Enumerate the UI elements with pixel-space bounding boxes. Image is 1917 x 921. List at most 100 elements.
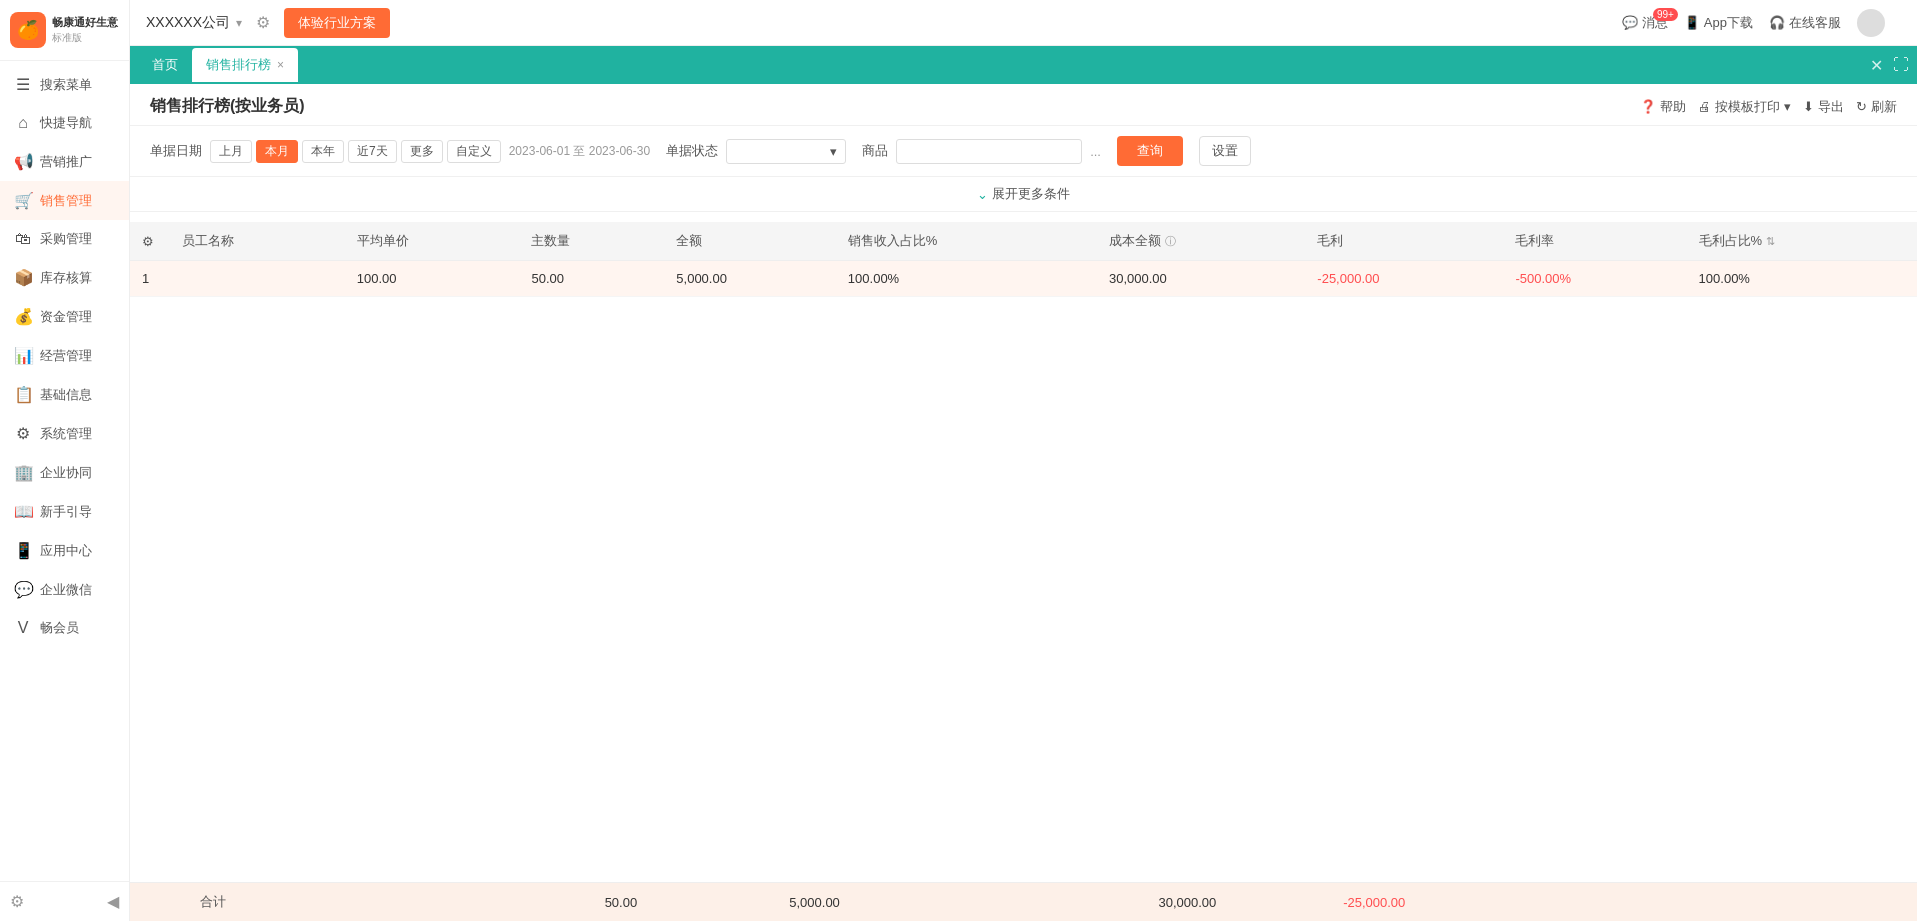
footer-amount: 5,000.00 — [789, 895, 974, 910]
cost-info-icon[interactable]: ⓘ — [1165, 235, 1176, 247]
nav-icon: ⚙ — [14, 424, 32, 443]
th-avg-price: 平均单价 — [345, 222, 520, 261]
topbar-right: 💬 消息 99+ 📱 App下载 🎧 在线客服 — [1622, 9, 1901, 37]
print-icon: 🖨 — [1698, 99, 1711, 114]
sidebar-item-采购管理[interactable]: 🛍采购管理 — [0, 220, 129, 258]
sidebar-item-畅会员[interactable]: V 畅会员 — [0, 609, 129, 647]
print-button[interactable]: 🖨 按模板打印 ▾ — [1698, 98, 1791, 116]
avatar[interactable] — [1857, 9, 1885, 37]
sidebar-item-资金管理[interactable]: 💰资金管理 — [0, 297, 129, 336]
export-icon: ⬇ — [1803, 99, 1814, 114]
sidebar-item-系统管理[interactable]: ⚙系统管理 — [0, 414, 129, 453]
profit-pct-cell: 100.00% — [1687, 261, 1917, 297]
export-button[interactable]: ⬇ 导出 — [1803, 98, 1844, 116]
footer-total-label: 合计 — [200, 893, 420, 911]
profit-rate-cell: -500.00% — [1503, 261, 1686, 297]
maximize-icon[interactable]: ⛶ — [1893, 56, 1909, 75]
goods-input[interactable] — [896, 139, 1082, 164]
collapse-icon[interactable]: ◀ — [107, 892, 119, 911]
data-table-container: ⚙ 员工名称 平均单价 主数量 全额 销售收入占比% 成本全额 ⓘ 毛利 毛利率 — [130, 212, 1917, 882]
custom-date-btn[interactable]: 自定义 — [447, 140, 501, 163]
amount-cell: 5,000.00 — [664, 261, 836, 297]
tab-home[interactable]: 首页 — [138, 48, 192, 82]
page-actions: ❓ 帮助 🖨 按模板打印 ▾ ⬇ 导出 ↻ 刷新 — [1640, 98, 1897, 116]
table-header-row: ⚙ 员工名称 平均单价 主数量 全额 销售收入占比% 成本全额 ⓘ 毛利 毛利率 — [130, 222, 1917, 261]
filter-bar: 单据日期 上月 本月 本年 近7天 更多 自定义 2023-06-01 至 20… — [130, 126, 1917, 177]
sort-icon[interactable]: ⇅ — [1766, 235, 1775, 247]
chevron-down-icon: ▾ — [236, 16, 242, 30]
mobile-icon: 📱 — [1684, 15, 1700, 30]
table-row: 1 100.00 50.00 5,000.00 100.00% 30,000.0… — [130, 261, 1917, 297]
goods-filter-label: 商品 — [862, 142, 888, 160]
th-profit-pct: 毛利占比% ⇅ — [1687, 222, 1917, 261]
nav-label: 搜索菜单 — [40, 76, 92, 94]
nav-label: 畅会员 — [40, 619, 79, 637]
expand-more-row: ⌄ 展开更多条件 — [130, 177, 1917, 212]
date-filter-group: 单据日期 上月 本月 本年 近7天 更多 自定义 2023-06-01 至 20… — [150, 140, 650, 163]
goods-filter-group: 商品 ... — [862, 139, 1101, 164]
main-area: XXXXXX公司 ▾ ⚙ 体验行业方案 💬 消息 99+ 📱 App下载 🎧 在… — [130, 0, 1917, 921]
nav-icon: 📢 — [14, 152, 32, 171]
tab-label: 销售排行榜 — [206, 56, 271, 74]
tab-sales-ranking[interactable]: 销售排行榜 × — [192, 48, 298, 82]
settings-icon[interactable]: ⚙ — [10, 892, 24, 911]
avg-price-cell: 100.00 — [345, 261, 520, 297]
settings-button[interactable]: 设置 — [1199, 136, 1251, 166]
nav-icon: 📋 — [14, 385, 32, 404]
sidebar-item-快捷导航[interactable]: ⌂快捷导航 — [0, 104, 129, 142]
refresh-button[interactable]: ↻ 刷新 — [1856, 98, 1897, 116]
nav-label: 企业微信 — [40, 581, 92, 599]
table-body: 1 100.00 50.00 5,000.00 100.00% 30,000.0… — [130, 261, 1917, 297]
rank-cell: 1 — [130, 261, 170, 297]
status-select[interactable]: ▾ — [726, 139, 846, 164]
online-service-button[interactable]: 🎧 在线客服 — [1769, 14, 1841, 32]
help-button[interactable]: ❓ 帮助 — [1640, 98, 1686, 116]
nav-label: 营销推广 — [40, 153, 92, 171]
sidebar-item-应用中心[interactable]: 📱应用中心 — [0, 531, 129, 570]
sidebar-item-营销推广[interactable]: 📢 营销推广 — [0, 142, 129, 181]
headset-icon: 🎧 — [1769, 15, 1785, 30]
app-download-button[interactable]: 📱 App下载 — [1684, 14, 1753, 32]
settings-icon[interactable]: ⚙ — [256, 13, 270, 32]
curr-month-btn[interactable]: 本月 — [256, 140, 298, 163]
more-date-btn[interactable]: 更多 — [401, 140, 443, 163]
expand-conditions-button[interactable]: ⌄ 展开更多条件 — [977, 185, 1070, 203]
sales-pct-cell: 100.00% — [836, 261, 1097, 297]
home-tab-label: 首页 — [152, 56, 178, 74]
close-window-icon[interactable]: ✕ — [1870, 56, 1883, 75]
name-cell — [170, 261, 345, 297]
status-filter-label: 单据状态 — [666, 142, 718, 160]
company-selector[interactable]: XXXXXX公司 ▾ — [146, 14, 242, 32]
sidebar-item-企业微信[interactable]: 💬企业微信 — [0, 570, 129, 609]
sidebar-item-经营管理[interactable]: 📊 经营管理 — [0, 336, 129, 375]
prev-month-btn[interactable]: 上月 — [210, 140, 252, 163]
nav-icon: 📱 — [14, 541, 32, 560]
curr-year-btn[interactable]: 本年 — [302, 140, 344, 163]
nav-icon: 🏢 — [14, 463, 32, 482]
sidebar-item-库存核算[interactable]: 📦库存核算 — [0, 258, 129, 297]
sidebar-item-搜索菜单[interactable]: ☰搜索菜单 — [0, 65, 129, 104]
nav-label: 经营管理 — [40, 347, 92, 365]
sidebar-nav: ☰搜索菜单⌂快捷导航 📢 营销推广 🛒销售管理🛍采购管理📦库存核算💰资金管理 📊 经营管理… — [0, 61, 129, 881]
query-button[interactable]: 查询 — [1117, 136, 1183, 166]
trial-button[interactable]: 体验行业方案 — [284, 8, 390, 38]
sidebar-item-销售管理[interactable]: 🛒销售管理 — [0, 181, 129, 220]
th-profit: 毛利 — [1305, 222, 1503, 261]
goods-more-icon[interactable]: ... — [1090, 144, 1101, 159]
message-badge: 99+ — [1653, 8, 1678, 21]
column-settings-icon[interactable]: ⚙ — [142, 234, 154, 249]
7days-btn[interactable]: 近7天 — [348, 140, 397, 163]
nav-label: 库存核算 — [40, 269, 92, 287]
message-icon: 💬 — [1622, 15, 1638, 30]
tab-close-icon[interactable]: × — [277, 58, 284, 72]
nav-label: 新手引导 — [40, 503, 92, 521]
table-footer: 合计 50.00 5,000.00 30,000.00 -25,000.00 — [130, 882, 1917, 921]
help-icon: ❓ — [1640, 99, 1656, 114]
sidebar-item-新手引导[interactable]: 📖新手引导 — [0, 492, 129, 531]
sidebar-item-企业协同[interactable]: 🏢企业协同 — [0, 453, 129, 492]
sidebar-item-基础信息[interactable]: 📋基础信息 — [0, 375, 129, 414]
logo-icon: 🍊 — [10, 12, 46, 48]
message-button[interactable]: 💬 消息 99+ — [1622, 14, 1668, 32]
nav-icon: 📊 — [14, 346, 32, 365]
nav-icon: V — [14, 619, 32, 637]
